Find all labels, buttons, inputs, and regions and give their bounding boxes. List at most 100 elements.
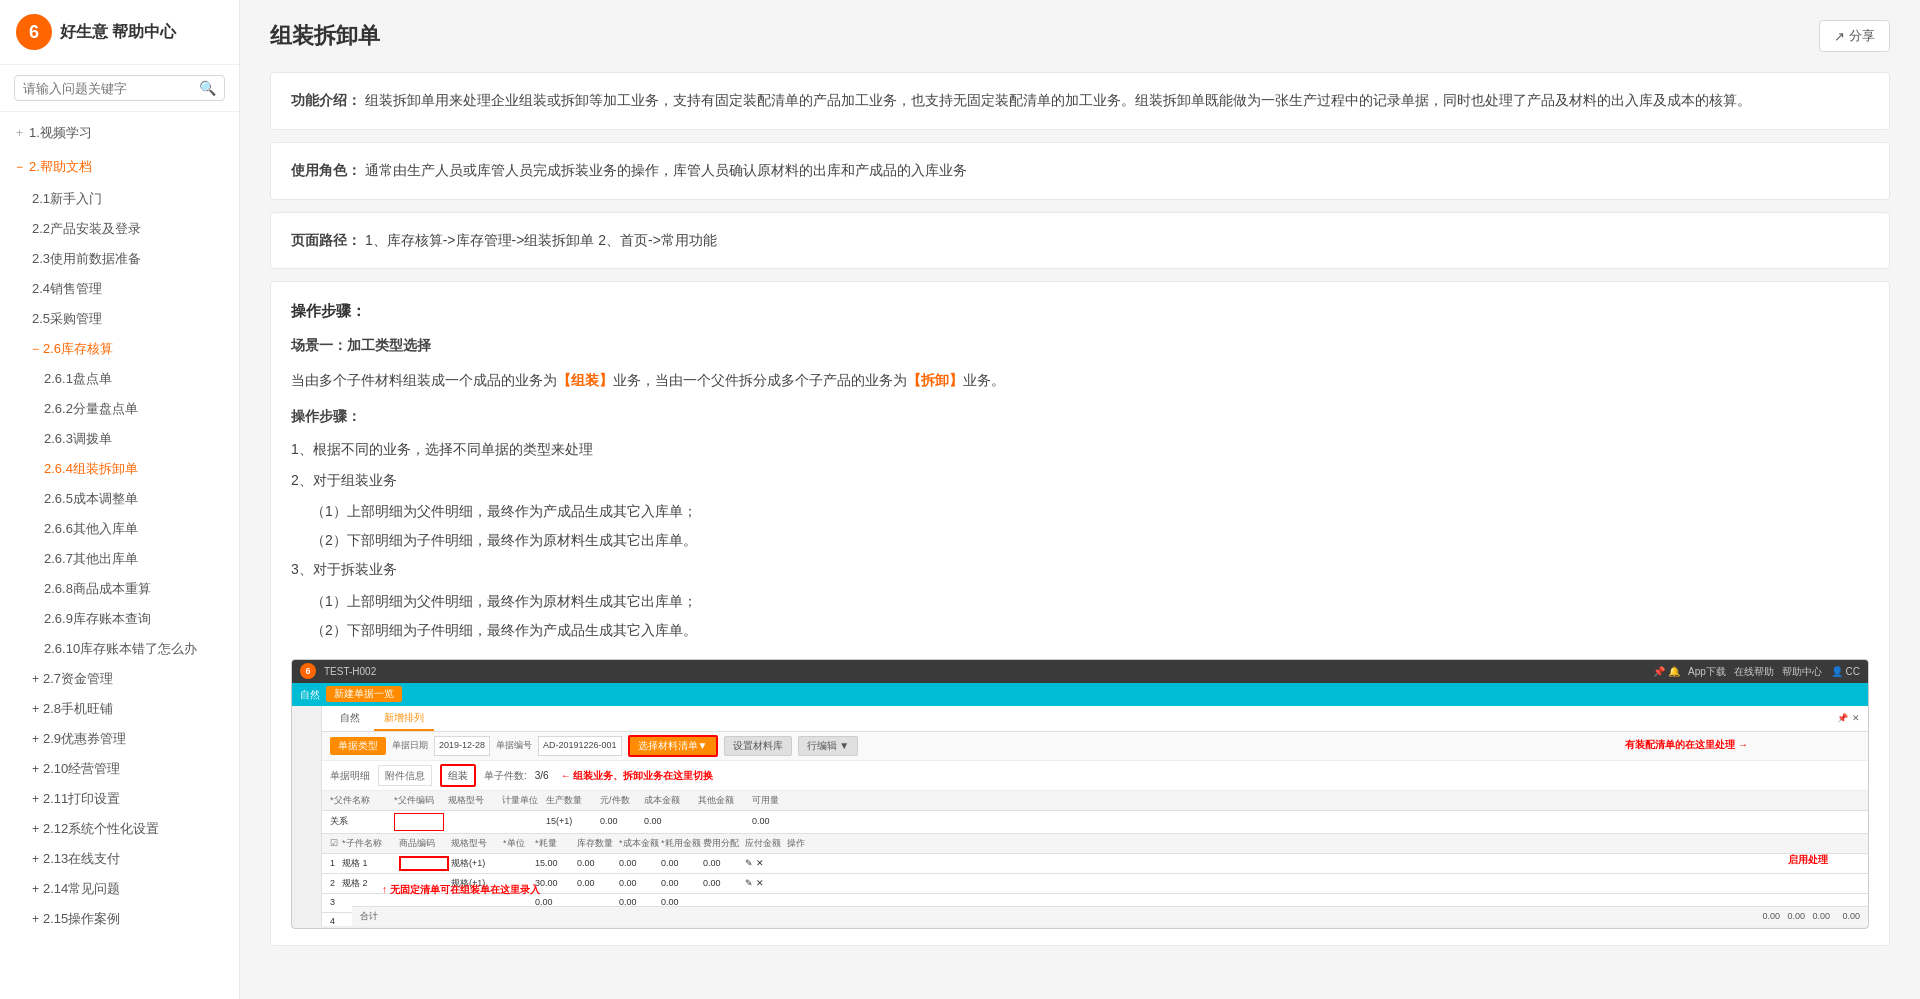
sidebar-item-label: 2.帮助文档 [29,158,92,176]
expand-icon9: + [32,882,39,896]
sidebar-item-mobile[interactable]: +2.8手机旺铺 [0,694,239,724]
ss-col-check: ☑ [330,836,340,851]
ss-col-other: 其他金额 [698,793,748,808]
sidebar-item-install[interactable]: 2.2产品安装及登录 [0,214,239,244]
ss-col-sub-stock: 库存数量 [577,836,617,851]
ss-module-label: 自然 [300,686,320,703]
ss-tab-natural[interactable]: 自然 [330,706,370,731]
scene1-title: 场景一：加工类型选择 [291,337,431,353]
ss-test-id: TEST-H002 [324,663,376,680]
sidebar-item-sales[interactable]: 2.4销售管理 [0,274,239,304]
ss-subtab-right: 📌 ✕ [1837,711,1860,726]
expand-icon4: + [32,732,39,746]
sidebar-item-partial-stocktake[interactable]: 2.6.2分量盘点单 [0,394,239,424]
ss-lower-row1: 1 规格 1 规格(+1) 15.00 0.00 0.00 0.00 0.00 … [322,854,1868,874]
ss-action-area: 选择材料清单▼ [628,735,718,757]
ss-col-sub-cost: *成本金额 [619,836,659,851]
ss-col-sub-name: *子件名称 [342,836,397,851]
ss-date-label: 单据日期 [392,738,428,753]
ss-main-area: 自然 新增排列 📌 ✕ 单据类型 单据日期 2019-12-28 单据编号 AD [292,706,1868,926]
ops-card: 操作步骤： 场景一：加工类型选择 当由多个子件材料组装成一个成品的业务为【组装】… [270,281,1890,946]
role-label: 使用角色： [291,162,361,178]
expand-icon3: + [32,702,39,716]
ss-set-material[interactable]: 设置材料库 [724,736,792,756]
ss-toolbar: 单据类型 单据日期 2019-12-28 单据编号 AD-20191226-00… [322,732,1868,761]
ss-btn-type[interactable]: 单据类型 [330,737,386,755]
step-2: 2、对于组装业务 [291,468,1869,493]
ss-footer: 合计 0.00 0.00 0.00 0.00 [352,906,1868,926]
collapse-sub-icon: − [32,342,39,356]
ss-col-qty: 生产数量 [546,793,596,808]
scene1-desc: 当由多个子件材料组装成一个成品的业务为【组装】业务，当由一个父件拆分成多个子产品… [291,368,1869,393]
sidebar-item-stocktake[interactable]: 2.6.1盘点单 [0,364,239,394]
role-card: 使用角色： 通常由生产人员或库管人员完成拆装业务的操作，库管人员确认原材料的出库… [270,142,1890,200]
search-area: 🔍 [0,65,239,112]
sidebar-item-docs[interactable]: − 2.帮助文档 [0,150,239,184]
sidebar-item-newbie[interactable]: 2.1新手入门 [0,184,239,214]
sidebar-item-other-out[interactable]: 2.6.7其他出库单 [0,544,239,574]
ss-footer-total: 合计 [360,909,378,924]
sidebar-item-label: 1.视频学习 [29,124,92,142]
sidebar-item-inventory[interactable]: − 2.6库存核算 [0,334,239,364]
ss-col-sub-payable: 应付金额 [745,836,785,851]
assembly-keyword: 【组装】 [557,372,613,388]
ss-date-val: 2019-12-28 [434,736,490,755]
sidebar-item-assembly[interactable]: 2.6.4组装拆卸单 [0,454,239,484]
path-text: 1、库存核算->库存管理->组装拆卸单 2、首页->常用功能 [365,232,717,248]
share-icon: ↗ [1834,29,1845,44]
ss-upper-row: 关系 15(+1) 0.00 0.00 0.00 启用处理 [322,811,1868,833]
sidebar-item-faq[interactable]: +2.14常见问题 [0,874,239,904]
step-2-1: （1）上部明细为父件明细，最终作为产成品生成其它入库单； [291,499,1869,524]
share-button[interactable]: ↗ 分享 [1819,20,1890,52]
sidebar-item-payment[interactable]: +2.13在线支付 [0,844,239,874]
ss-logo: 6 [300,663,316,679]
sidebar-item-other-in[interactable]: 2.6.6其他入库单 [0,514,239,544]
sidebar-item-data-prep[interactable]: 2.3使用前数据准备 [0,244,239,274]
search-input[interactable] [23,81,199,96]
func-intro-label: 功能介绍： [291,92,361,108]
annotation-enable: 启用处理 [1788,851,1828,868]
ss-bom-btn[interactable]: 选择材料清单▼ [628,735,718,757]
func-intro-card: 功能介绍： 组装拆卸单用来处理企业组装或拆卸等加工业务，支持有固定装配清单的产品… [270,72,1890,130]
ss-pin-icon: 📌 [1837,711,1848,726]
ss-upper-r1-up: 0.00 [600,814,640,829]
sidebar-item-video[interactable]: + 1.视频学习 [0,116,239,150]
ss-system-bar: 6 TEST-H002 📌 🔔 App下载 在线帮助 帮助中心 👤 CC [292,660,1868,683]
ss-col-unit: 计量单位 [502,793,542,808]
sidebar-item-cases[interactable]: +2.15操作案例 [0,904,239,934]
sidebar-item-transfer[interactable]: 2.6.3调拨单 [0,424,239,454]
ss-col-sub-consume: *耗量 [535,836,575,851]
ss-assemble-toggle[interactable]: 组装 [440,764,476,787]
ss-type-row: 单据明细 附件信息 组装 单子件数: 3/6 ← 组装业务、拆卸业务在这里切换 [322,761,1868,791]
sidebar-item-print[interactable]: +2.11打印设置 [0,784,239,814]
sidebar-item-personalize[interactable]: +2.12系统个性化设置 [0,814,239,844]
func-intro-text: 组装拆卸单用来处理企业组装或拆卸等加工业务，支持有固定装配清单的产品加工业务，也… [365,92,1751,108]
main-content: 组装拆卸单 ↗ 分享 功能介绍： 组装拆卸单用来处理企业组装或拆卸等加工业务，支… [240,0,1920,999]
step-3: 3、对于拆装业务 [291,557,1869,582]
disassembly-keyword: 【拆卸】 [907,372,963,388]
expand-icon7: + [32,822,39,836]
sidebar-item-cost-adjust[interactable]: 2.6.5成本调整单 [0,484,239,514]
ss-row-edit[interactable]: 行编辑 ▼ [798,736,859,756]
sidebar-item-purchase[interactable]: 2.5采购管理 [0,304,239,334]
sidebar-item-stock-book[interactable]: 2.6.9库存账本查询 [0,604,239,634]
ss-close-icon: ✕ [1852,711,1860,726]
search-box[interactable]: 🔍 [14,75,225,101]
ss-new-btn[interactable]: 新建单据一览 [326,686,402,702]
ss-tab-new[interactable]: 新增排列 [374,706,434,731]
scene1-block: 场景一：加工类型选择 [291,334,1869,358]
sidebar-item-business[interactable]: +2.10经营管理 [0,754,239,784]
sidebar-item-coupon[interactable]: +2.9优惠券管理 [0,724,239,754]
sidebar-item-finance[interactable]: +2.7资金管理 [0,664,239,694]
sidebar-item-stock-fix[interactable]: 2.6.10库存账本错了怎么办 [0,634,239,664]
role-text: 通常由生产人员或库管人员完成拆装业务的操作，库管人员确认原材料的出库和产成品的入… [365,162,967,178]
ss-type-label: 单据明细 [330,767,370,784]
ss-type-detail: 附件信息 [378,765,432,786]
step-3-2: （2）下部明细为子件明细，最终作为产成品生成其它入库单。 [291,618,1869,643]
ss-footer-vals: 0.00 0.00 0.00 0.00 [1762,909,1860,924]
annotation-no-bom: ↑ 无固定清单可在组装单在这里录入 [382,881,540,898]
search-icon[interactable]: 🔍 [199,80,216,96]
sidebar-item-cost-recalc[interactable]: 2.6.8商品成本重算 [0,574,239,604]
expand-icon5: + [32,762,39,776]
ss-subtabs: 自然 新增排列 📌 ✕ [322,706,1868,732]
